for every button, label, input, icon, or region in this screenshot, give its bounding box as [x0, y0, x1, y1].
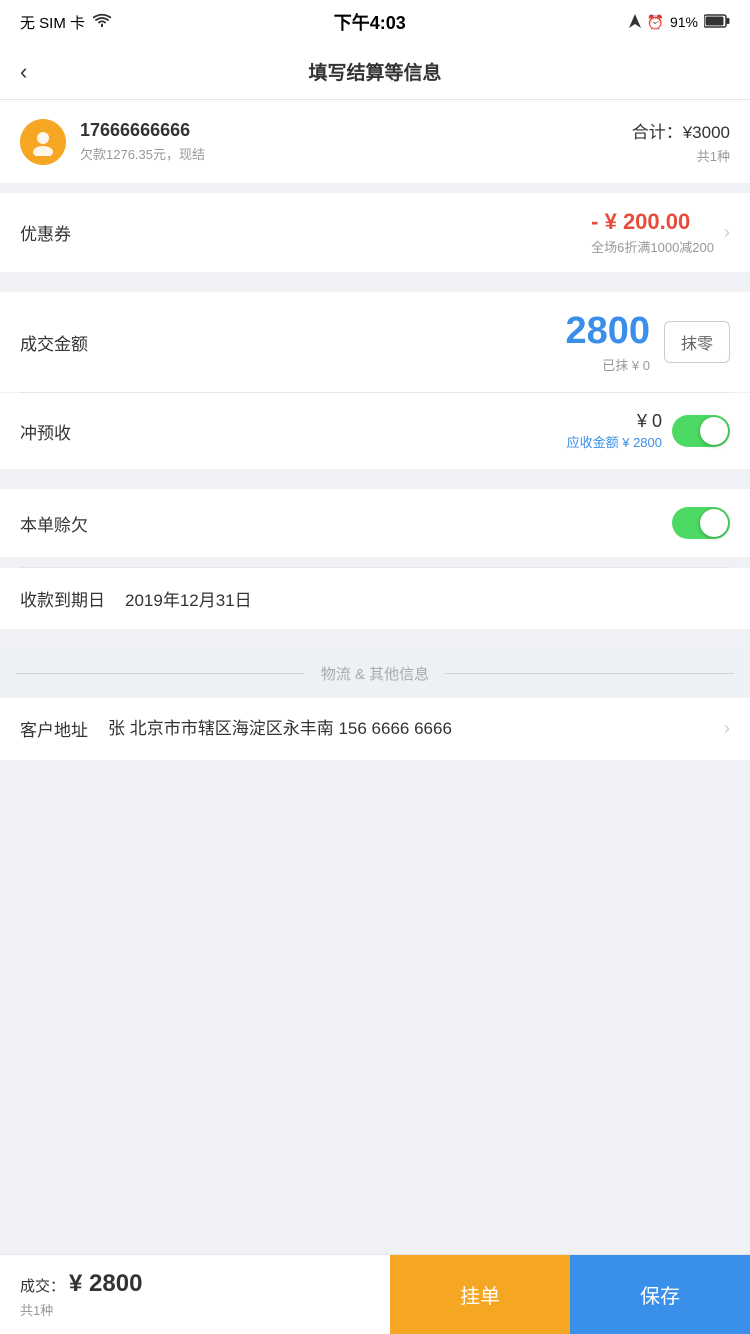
amount-value: 2800: [565, 310, 650, 353]
due-date-row: 收款到期日 2019年12月31日: [0, 568, 750, 629]
prepaid-sub: 应收金额 ¥ 2800: [567, 432, 662, 451]
toggle-knob-prepaid: [700, 417, 728, 445]
discount-row[interactable]: 优惠券 - ¥ 200.00 全场6折满1000减200 ›: [0, 193, 750, 272]
credit-right: [672, 507, 730, 539]
status-bar: 无 SIM 卡 下午4:03 ⏰ 91%: [0, 0, 750, 44]
customer-right: 合计：¥3000 共1种: [632, 118, 730, 165]
address-label: 客户地址: [20, 716, 88, 741]
prepaid-value: ¥ 0: [567, 411, 662, 432]
bottom-spacer: [0, 770, 750, 970]
amount-sub: 已抹 ¥ 0: [565, 355, 650, 374]
carrier-text: 无 SIM 卡: [20, 12, 85, 33]
bottom-label: 成交：: [20, 1275, 65, 1296]
prepaid-toggle[interactable]: [672, 415, 730, 447]
hang-order-button[interactable]: 挂单: [390, 1255, 570, 1334]
battery-icon: [704, 14, 730, 31]
toggle-knob-credit: [700, 509, 728, 537]
wifi-icon: [93, 13, 111, 31]
amount-value-col: 2800 已抹 ¥ 0: [565, 310, 650, 374]
prepaid-label: 冲预收: [20, 419, 71, 444]
save-button[interactable]: 保存: [570, 1255, 750, 1334]
due-date-value: 2019年12月31日: [125, 586, 252, 611]
status-time: 下午4:03: [334, 9, 406, 35]
discount-section: 优惠券 - ¥ 200.00 全场6折满1000减200 ›: [0, 193, 750, 272]
address-chevron-icon: ›: [724, 718, 730, 739]
bottom-summary: 成交： ¥ 2800 共1种: [0, 1270, 390, 1319]
credit-toggle[interactable]: [672, 507, 730, 539]
customer-info: 17666666666 欠款1276.35元，现结: [80, 120, 205, 163]
separator-2: [0, 479, 750, 489]
due-date-label: 收款到期日: [20, 586, 105, 611]
amount-label: 成交金额: [20, 330, 88, 355]
separator-1: [0, 282, 750, 292]
prepaid-value-col: ¥ 0 应收金额 ¥ 2800: [567, 411, 662, 451]
main-content: 17666666666 欠款1276.35元，现结 合计：¥3000 共1种 优…: [0, 100, 750, 1070]
discount-value-col: - ¥ 200.00 全场6折满1000减200: [591, 209, 714, 256]
customer-count: 共1种: [632, 146, 730, 165]
customer-total: 合计：¥3000: [632, 118, 730, 143]
discount-amount: - ¥ 200.00: [591, 209, 714, 235]
bottom-bar: 成交： ¥ 2800 共1种 挂单 保存: [0, 1254, 750, 1334]
battery-percent: 91%: [670, 14, 698, 30]
back-button[interactable]: ‹: [20, 59, 27, 85]
round-button[interactable]: 抹零: [664, 321, 730, 363]
discount-right: - ¥ 200.00 全场6折满1000减200 ›: [591, 209, 730, 256]
save-label: 保存: [640, 1280, 680, 1309]
page-title: 填写结算等信息: [308, 58, 441, 85]
divider-line-left: [16, 673, 305, 674]
prepaid-right: ¥ 0 应收金额 ¥ 2800: [567, 411, 730, 451]
customer-left: 17666666666 欠款1276.35元，现结: [20, 119, 205, 165]
alarm-icon: ⏰: [647, 14, 664, 31]
location-icon: [629, 14, 641, 31]
hang-order-label: 挂单: [460, 1280, 500, 1309]
credit-section: 本单赊欠: [0, 489, 750, 557]
address-row[interactable]: 客户地址 张 北京市市辖区海淀区永丰南 156 6666 6666 ›: [0, 698, 750, 760]
amount-row: 成交金额 2800 已抹 ¥ 0 抹零: [20, 310, 730, 374]
chevron-right-icon: ›: [724, 222, 730, 243]
status-right: ⏰ 91%: [629, 14, 730, 31]
amount-section: 成交金额 2800 已抹 ¥ 0 抹零: [0, 292, 750, 392]
nav-bar: ‹ 填写结算等信息: [0, 44, 750, 100]
avatar: [20, 119, 66, 165]
prepaid-section: 冲预收 ¥ 0 应收金额 ¥ 2800: [0, 393, 750, 469]
discount-sub: 全场6折满1000减200: [591, 237, 714, 256]
customer-card: 17666666666 欠款1276.35元，现结 合计：¥3000 共1种: [0, 100, 750, 183]
bottom-amount: ¥ 2800: [69, 1270, 142, 1298]
logistics-divider: 物流 & 其他信息: [0, 649, 750, 698]
bottom-summary-top: 成交： ¥ 2800: [20, 1270, 370, 1298]
bottom-count: 共1种: [20, 1300, 370, 1319]
credit-label: 本单赊欠: [20, 511, 88, 536]
status-left: 无 SIM 卡: [20, 12, 111, 33]
address-value: 张 北京市市辖区海淀区永丰南 156 6666 6666: [108, 716, 724, 742]
customer-sub: 欠款1276.35元，现结: [80, 144, 205, 163]
credit-row: 本单赊欠: [0, 489, 750, 557]
amount-right: 2800 已抹 ¥ 0 抹零: [565, 310, 730, 374]
discount-label: 优惠券: [20, 220, 71, 245]
divider-line-right: [445, 673, 734, 674]
separator-3: [0, 639, 750, 649]
customer-phone: 17666666666: [80, 120, 205, 141]
logistics-divider-text: 物流 & 其他信息: [321, 663, 429, 684]
